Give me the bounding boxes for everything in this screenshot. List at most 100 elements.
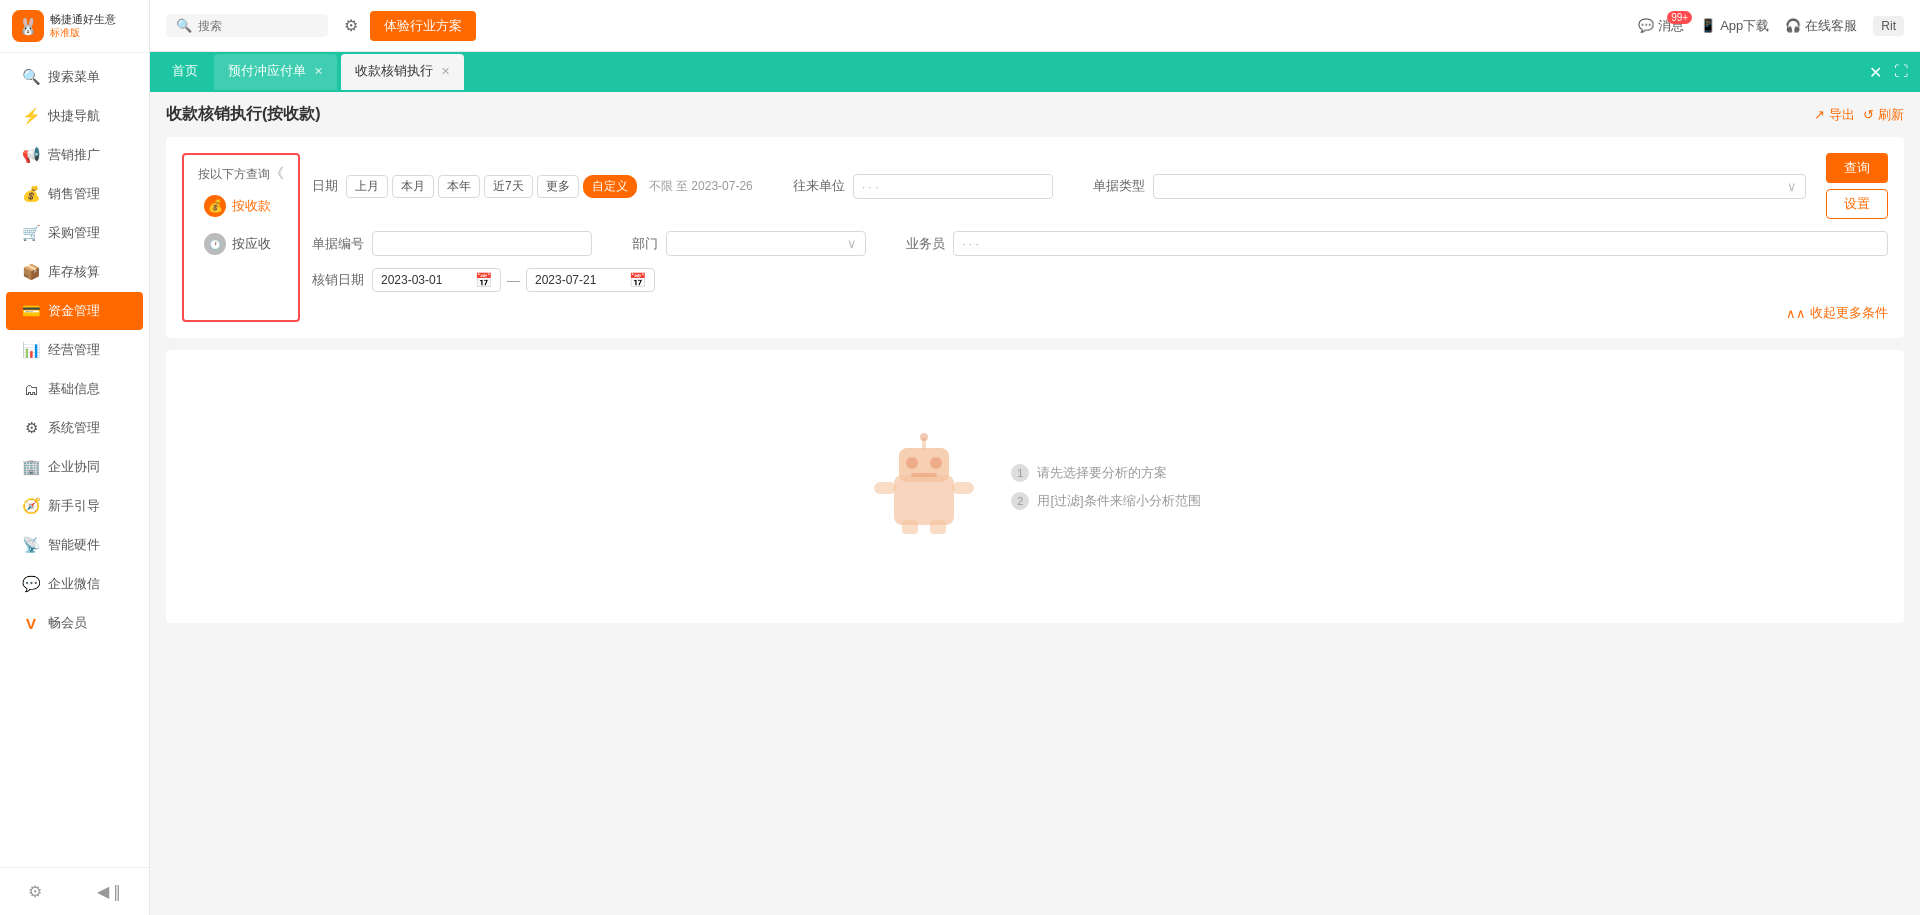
sidebar-item-label: 企业微信 [48, 575, 100, 593]
hardware-icon: 📡 [22, 536, 40, 554]
search-input[interactable] [198, 19, 318, 33]
sidebar-item-hardware[interactable]: 📡 智能硬件 [6, 526, 143, 564]
filter-row-1: 日期 上月 本月 本年 近7天 更多 自定义 不限 至 2023-07-26 [312, 153, 1888, 219]
topbar-gear-icon[interactable]: ⚙ [344, 16, 358, 35]
writeoff-date-end-wrapper[interactable]: 2023-07-21 📅 [526, 268, 655, 292]
writeoff-date-end-input[interactable]: 2023-07-21 [535, 273, 625, 287]
member-icon: V [22, 615, 40, 632]
message-button[interactable]: 💬 消息 99+ [1638, 17, 1684, 35]
partner-label: 往来单位 [793, 177, 845, 195]
date-this-year[interactable]: 本年 [438, 175, 480, 198]
query-by-receivable[interactable]: 🕐 按应收 [198, 229, 284, 259]
message-badge: 99+ [1667, 11, 1692, 24]
app-edition: 标准版 [50, 26, 116, 40]
service-icon: 🎧 [1785, 18, 1801, 33]
doc-type-selector[interactable]: ∨ [1153, 174, 1806, 199]
partner-placeholder: ··· [862, 179, 882, 194]
tab-expand-btn[interactable]: ⛶ [1890, 59, 1912, 86]
collapse-label: 收起更多条件 [1810, 304, 1888, 322]
tabbar: 首页 预付冲应付单 ✕ 收款核销执行 ✕ ✕ ⛶ [150, 52, 1920, 92]
writeoff-date-start-wrapper[interactable]: 2023-03-01 📅 [372, 268, 501, 292]
prepay-tab-close[interactable]: ✕ [314, 65, 323, 78]
receipt-icon: 💰 [204, 195, 226, 217]
settings-footer-btn[interactable]: ⚙ [24, 878, 46, 905]
filter-panel: 按以下方查询 《 💰 按收款 🕐 按应收 日期 [166, 137, 1904, 338]
finance-icon: 💳 [22, 302, 40, 320]
sidebar-item-corp[interactable]: 🏢 企业协同 [6, 448, 143, 486]
tab-close-btn[interactable]: ✕ [1865, 59, 1886, 86]
user-menu[interactable]: Rit [1873, 16, 1904, 36]
empty-illustration [869, 430, 979, 543]
sidebar-footer: ⚙ ◀ ‖ [0, 867, 149, 915]
wechat-icon: 💬 [22, 575, 40, 593]
query-button[interactable]: 查询 [1826, 153, 1888, 183]
sidebar-item-biz[interactable]: 📊 经营管理 [6, 331, 143, 369]
sidebar-item-basic[interactable]: 🗂 基础信息 [6, 370, 143, 408]
page-header: 收款核销执行(按收款) ↗ 导出 ↺ 刷新 [166, 104, 1904, 125]
sidebar-item-quick-nav[interactable]: ⚡ 快捷导航 [6, 97, 143, 135]
date-more[interactable]: 更多 [537, 175, 579, 198]
inventory-icon: 📦 [22, 263, 40, 281]
online-service-button[interactable]: 🎧 在线客服 [1785, 17, 1857, 35]
collapse-section: ∧∧ 收起更多条件 [312, 304, 1888, 322]
export-button[interactable]: ↗ 导出 [1814, 106, 1855, 124]
tip-text-1: 请先选择要分析的方案 [1037, 464, 1167, 482]
sidebar-item-label: 采购管理 [48, 224, 100, 242]
search-icon: 🔍 [22, 68, 40, 86]
doc-number-label: 单据编号 [312, 235, 364, 253]
doc-number-input[interactable] [372, 231, 592, 256]
sidebar-item-member[interactable]: V 畅会员 [6, 604, 143, 642]
sidebar-item-inventory[interactable]: 📦 库存核算 [6, 253, 143, 291]
query-type-selector: 按以下方查询 《 💰 按收款 🕐 按应收 [182, 153, 300, 322]
page-content: 收款核销执行(按收款) ↗ 导出 ↺ 刷新 按以下方查询 《 [150, 92, 1920, 915]
service-label: 在线客服 [1805, 17, 1857, 35]
filter-fields: 日期 上月 本月 本年 近7天 更多 自定义 不限 至 2023-07-26 [312, 153, 1888, 322]
calendar-start-icon[interactable]: 📅 [475, 272, 492, 288]
app-download-label: App下载 [1720, 17, 1769, 35]
sidebar-item-guide[interactable]: 🧭 新手引导 [6, 487, 143, 525]
tab-prepay[interactable]: 预付冲应付单 ✕ [214, 54, 337, 90]
sidebar-item-label: 经营管理 [48, 341, 100, 359]
refresh-button[interactable]: ↺ 刷新 [1863, 106, 1904, 124]
sidebar-item-label: 智能硬件 [48, 536, 100, 554]
filter-row-3: 核销日期 2023-03-01 📅 — 2023-07-21 📅 [312, 268, 1888, 292]
sidebar-item-sales[interactable]: 💰 销售管理 [6, 175, 143, 213]
sidebar-item-label: 营销推广 [48, 146, 100, 164]
sidebar-nav: 🔍 搜索菜单 ⚡ 快捷导航 📢 营销推广 💰 销售管理 🛒 采购管理 📦 库存核… [0, 53, 149, 867]
sidebar-item-purchase[interactable]: 🛒 采购管理 [6, 214, 143, 252]
sidebar-item-system[interactable]: ⚙ 系统管理 [6, 409, 143, 447]
guide-icon: 🧭 [22, 497, 40, 515]
topbar-search-box[interactable]: 🔍 [166, 14, 328, 37]
staff-field: 业务员 ··· [906, 231, 1888, 256]
date-last-month[interactable]: 上月 [346, 175, 388, 198]
setting-button[interactable]: 设置 [1826, 189, 1888, 219]
date-this-month[interactable]: 本月 [392, 175, 434, 198]
sidebar-item-finance[interactable]: 💳 资金管理 [6, 292, 143, 330]
receivable-tab-close[interactable]: ✕ [441, 65, 450, 78]
tab-receivable[interactable]: 收款核销执行 ✕ [341, 54, 464, 90]
sidebar-item-label: 基础信息 [48, 380, 100, 398]
query-by-receipt[interactable]: 💰 按收款 [198, 191, 284, 221]
dept-selector[interactable]: ∨ [666, 231, 866, 256]
collapse-more-button[interactable]: ∧∧ 收起更多条件 [1786, 304, 1888, 322]
collapse-query-type-btn[interactable]: 《 [270, 165, 284, 183]
calendar-end-icon[interactable]: 📅 [629, 272, 646, 288]
staff-label: 业务员 [906, 235, 945, 253]
message-icon: 💬 [1638, 18, 1654, 33]
empty-tip-1: 1 请先选择要分析的方案 [1011, 464, 1200, 482]
date-7days[interactable]: 近7天 [484, 175, 533, 198]
collapse-sidebar-btn[interactable]: ◀ ‖ [93, 878, 125, 905]
svg-rect-8 [952, 482, 974, 494]
date-custom[interactable]: 自定义 [583, 175, 637, 198]
writeoff-date-start-input[interactable]: 2023-03-01 [381, 273, 471, 287]
sidebar-item-search[interactable]: 🔍 搜索菜单 [6, 58, 143, 96]
solution-button[interactable]: 体验行业方案 [370, 11, 476, 41]
partner-selector[interactable]: ··· [853, 174, 1053, 199]
svg-point-6 [920, 433, 928, 441]
sidebar-item-marketing[interactable]: 📢 营销推广 [6, 136, 143, 174]
corp-icon: 🏢 [22, 458, 40, 476]
app-download-button[interactable]: 📱 App下载 [1700, 17, 1769, 35]
sidebar-item-wechat[interactable]: 💬 企业微信 [6, 565, 143, 603]
staff-selector[interactable]: ··· [953, 231, 1888, 256]
tab-home[interactable]: 首页 [158, 54, 212, 90]
